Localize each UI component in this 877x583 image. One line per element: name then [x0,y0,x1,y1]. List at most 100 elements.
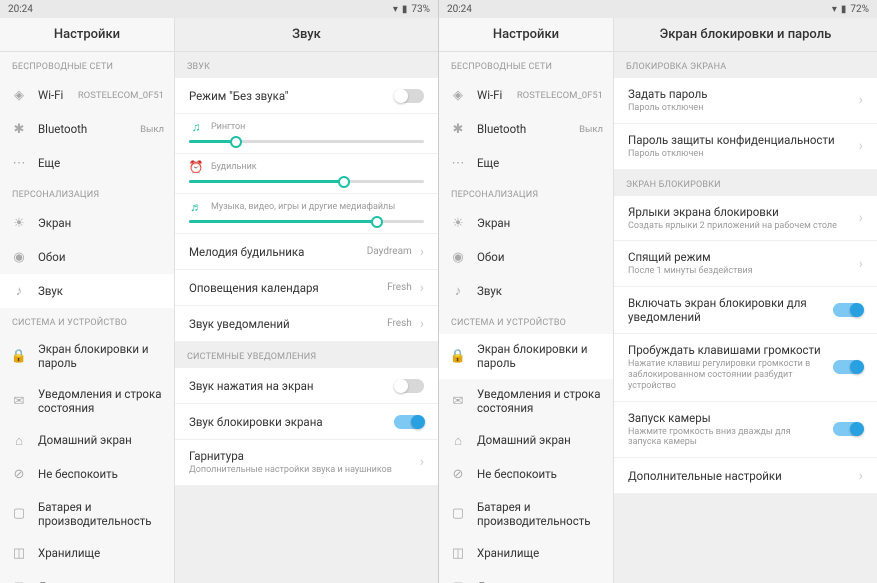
sidebar-item-label: Обои [38,250,164,264]
sidebar-item-label: Батарея и производительность [477,500,603,529]
detail-section-header: ЗВУК [175,52,438,78]
home-icon: ⌂ [10,432,28,450]
setting-label: Пробуждать клавишами громкости [628,343,825,357]
sidebar-item-addl[interactable]: ⊞Дополнительно [439,570,613,583]
sidebar-item-storage[interactable]: ◫Хранилище [439,536,613,570]
volume-slider-row: ♬Музыка, видео, игры и другие медиафайлы [175,194,438,234]
lock-icon: 🔒 [449,347,467,365]
sidebar-item-storage[interactable]: ◫Хранилище [0,536,174,570]
setting-row[interactable]: Спящий режимПосле 1 минуты бездействия› [614,241,877,287]
sidebar-item-label: Обои [477,250,603,264]
setting-value: Fresh [387,318,412,329]
sidebar-list: БЕСПРОВОДНЫЕ СЕТИ◈Wi-FiROSTELECOM_0F51 ✱ B… [0,52,174,583]
setting-row[interactable]: Звук блокировки экрана [175,404,438,440]
sidebar-item-label: Экран [38,216,164,230]
setting-row[interactable]: Запуск камерыНажмите громкость вниз дваж… [614,402,877,459]
sidebar-item-wifi[interactable]: ◈Wi-FiROSTELECOM_0F51 [439,78,613,112]
volume-slider[interactable] [189,220,424,223]
setting-row[interactable]: Задать парольПароль отключен› [614,78,877,124]
volume-slider[interactable] [189,140,424,143]
alarm-icon: ⏰ [189,160,203,174]
setting-row[interactable]: Пробуждать клавишами громкостиНажатие кл… [614,334,877,401]
setting-label: Спящий режим [628,250,851,264]
detail-group: Звук нажатия на экран Звук блокировки экр… [175,368,438,486]
wifi-icon: ◈ [449,86,467,104]
sidebar-item-home[interactable]: ⌂Домашний экран [439,424,613,458]
slider-thumb[interactable] [230,136,242,148]
setting-row[interactable]: Дополнительные настройки› [614,458,877,494]
sidebar-item-dnd[interactable]: ⊘Не беспокоить [0,458,174,492]
slider-thumb[interactable] [371,216,383,228]
volume-slider[interactable] [189,180,424,183]
sidebar-item-label: Батарея и производительность [38,500,164,529]
sidebar-item-lock[interactable]: 🔒Экран блокировки и пароль [0,334,174,379]
ringtone-icon: ♫ [189,120,203,134]
sidebar-item-notif[interactable]: ✉Уведомления и строка состояния [0,379,174,424]
setting-row[interactable]: ГарнитураДополнительные настройки звука … [175,440,438,486]
slider-thumb[interactable] [338,176,350,188]
sidebar-item-home[interactable]: ⌂Домашний экран [0,424,174,458]
sidebar-item-wallpaper[interactable]: ◉ Обои [0,240,174,274]
setting-row[interactable]: Режим "Без звука" [175,78,438,114]
setting-row[interactable]: Ярлыки экрана блокировкиСоздать ярлыки 2… [614,196,877,242]
setting-row[interactable]: Мелодия будильникаDaydream› [175,234,438,270]
setting-row[interactable]: Звук уведомленийFresh› [175,306,438,342]
bluetooth-icon: ✱ [449,120,467,138]
battery-icon: ▢ [449,505,467,523]
detail-pane: Звук ЗВУКРежим "Без звука"♫Рингтон⏰Будил… [175,18,438,583]
sidebar-item-battery[interactable]: ▢Батарея и производительность [0,492,174,537]
setting-label: Мелодия будильника [189,245,359,259]
setting-row[interactable]: Оповещения календаряFresh› [175,270,438,306]
sidebar-item-notif[interactable]: ✉ Уведомления и строка состояния [439,379,613,424]
sound-icon: ♪ [449,282,467,300]
setting-row[interactable]: Пароль защиты конфиденциальностиПароль о… [614,124,877,170]
sidebar-item-sound[interactable]: ♪Звук [0,274,174,308]
sidebar-item-display[interactable]: ☀Экран [439,206,613,240]
sidebar-item-label: Уведомления и строка состояния [477,387,603,416]
sidebar-item-addl[interactable]: ⊞Дополнительно [0,570,174,583]
toggle-switch[interactable] [394,379,424,393]
section-header: СИСТЕМА И УСТРОЙСТВО [0,308,174,334]
sidebar-item-display[interactable]: ☀Экран [0,206,174,240]
sidebar-list: БЕСПРОВОДНЫЕ СЕТИ◈Wi-FiROSTELECOM_0F51✱B… [439,52,613,583]
wallpaper-icon: ◉ [10,248,28,266]
storage-icon: ◫ [10,544,28,562]
sidebar-item-label: Хранилище [477,546,603,560]
sidebar-item-wallpaper[interactable]: ◉Обои [439,240,613,274]
sidebar-item-label: Еще [38,156,164,170]
toggle-switch[interactable] [833,360,863,374]
notif-icon: ✉ [449,392,467,410]
sidebar-item-bluetooth[interactable]: ✱BluetoothВыкл [439,112,613,146]
toggle-switch[interactable] [394,415,424,429]
toggle-switch[interactable] [394,89,424,103]
detail-group: Ярлыки экрана блокировкиСоздать ярлыки 2… [614,196,877,495]
toggle-switch[interactable] [833,422,863,436]
sidebar-item-label: Wi-Fi [38,88,68,102]
sidebar-item-bluetooth[interactable]: ✱BluetoothВыкл [0,112,174,146]
bluetooth-icon: ✱ [10,120,28,138]
section-header: БЕСПРОВОДНЫЕ СЕТИ [439,52,613,78]
setting-sublabel: Пароль отключен [628,149,851,160]
sidebar-item-sound[interactable]: ♪Звук [439,274,613,308]
sidebar-item-more[interactable]: ⋯Еще [439,146,613,180]
setting-label: Звук блокировки экрана [189,415,386,429]
sidebar-item-dnd[interactable]: ⊘Не беспокоить [439,458,613,492]
chevron-right-icon: › [859,138,863,154]
section-header: БЕСПРОВОДНЫЕ СЕТИ [0,52,174,78]
wifi-status-icon: ▾ [393,4,398,15]
sidebar-item-label: Еще [477,156,603,170]
setting-row[interactable]: Звук нажатия на экран [175,368,438,404]
chevron-right-icon: › [420,316,424,332]
setting-label: Звук нажатия на экран [189,379,386,393]
dnd-icon: ⊘ [10,466,28,484]
sidebar-item-more[interactable]: ⋯Еще [0,146,174,180]
setting-label: Включать экран блокировки для уведомлени… [628,296,825,324]
sidebar-item-value: ROSTELECOM_0F51 [517,90,603,101]
sidebar-item-battery[interactable]: ▢ Батарея и производительность [439,492,613,537]
toggle-switch[interactable] [833,303,863,317]
setting-row[interactable]: Включать экран блокировки для уведомлени… [614,287,877,334]
sidebar-item-label: Bluetooth [38,122,130,136]
sidebar-item-wifi[interactable]: ◈Wi-FiROSTELECOM_0F51 [0,78,174,112]
sidebar-item-lock[interactable]: 🔒Экран блокировки и пароль [439,334,613,379]
screen-right: 20:24 ▾ ▮ 72% Настройки БЕСПРОВОДНЫЕ СЕТ… [438,0,877,583]
